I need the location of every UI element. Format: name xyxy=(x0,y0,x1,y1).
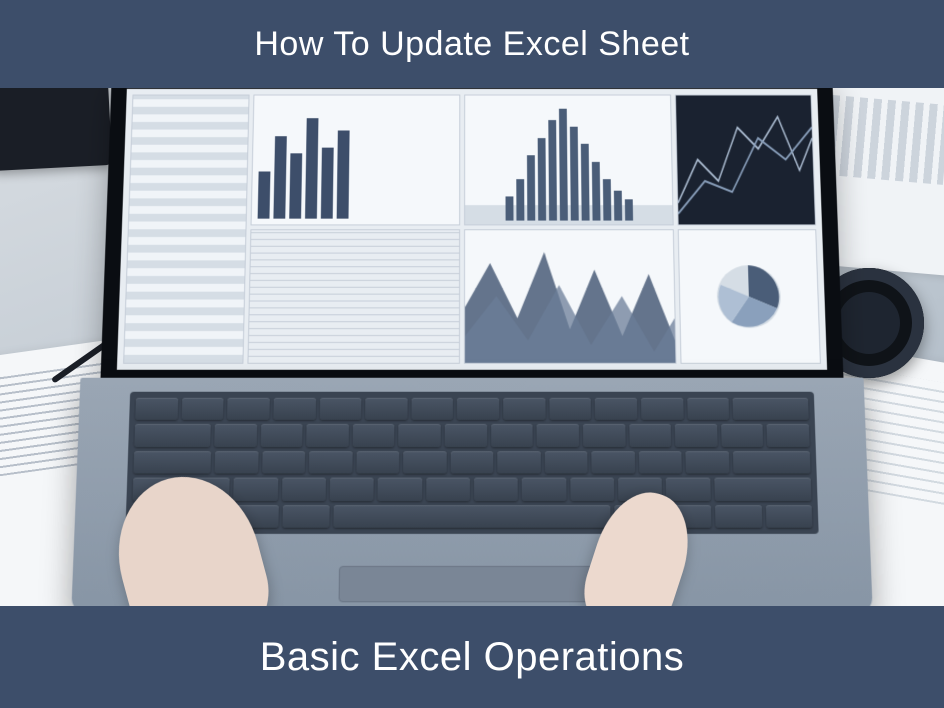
top-title-text: How To Update Excel Sheet xyxy=(254,25,689,64)
top-title-banner: How To Update Excel Sheet xyxy=(0,0,944,88)
line-chart-icon xyxy=(675,95,816,226)
right-charts-column xyxy=(247,95,460,364)
calculator-prop xyxy=(0,88,112,171)
bottom-title-banner: Basic Excel Operations xyxy=(0,606,944,708)
pie-chart-icon xyxy=(678,229,821,364)
laptop-screen-bezel xyxy=(101,88,844,378)
column-chart-icon xyxy=(251,95,461,226)
laptop-screen xyxy=(117,89,827,370)
data-table-icon xyxy=(247,229,460,364)
area-chart-icon xyxy=(464,229,677,364)
hero-photo xyxy=(0,88,944,606)
spreadsheet-sidebar xyxy=(123,95,249,364)
bottom-title-text: Basic Excel Operations xyxy=(260,635,685,680)
bar-chart-icon xyxy=(464,95,674,226)
laptop-trackpad xyxy=(339,566,606,602)
